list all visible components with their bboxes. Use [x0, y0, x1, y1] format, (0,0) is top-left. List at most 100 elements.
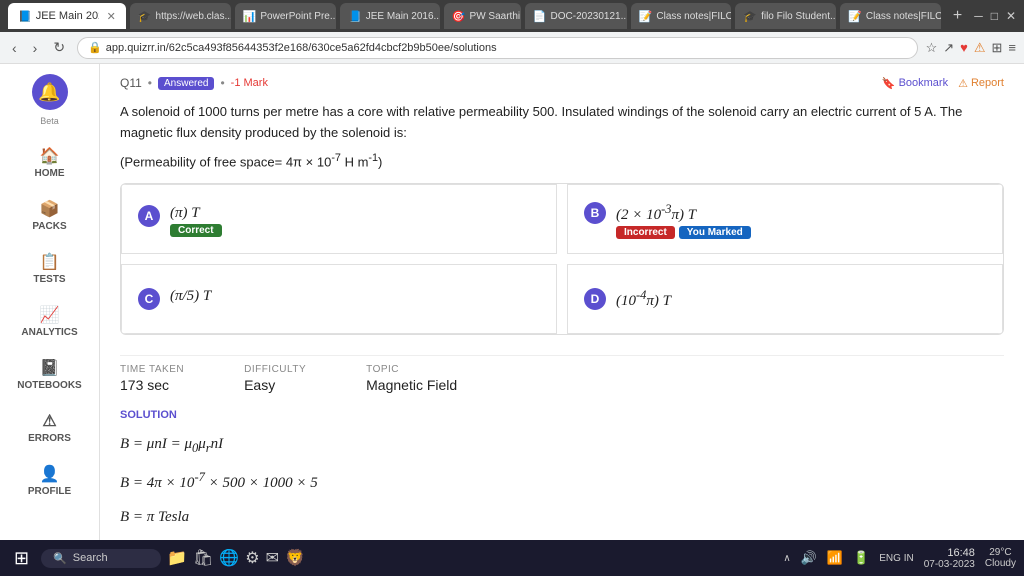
- tab-ppt[interactable]: 📊PowerPoint Pre...: [235, 3, 336, 29]
- tab-pw[interactable]: 🎯PW Saarthi: [444, 3, 521, 29]
- tab-jee2016[interactable]: 📘JEE Main 2016...: [340, 3, 440, 29]
- sidebar-home-label: HOME: [35, 168, 65, 179]
- battery-icon[interactable]: 🔋: [853, 550, 869, 566]
- option-c[interactable]: C (π/5) T: [121, 264, 557, 334]
- solution-label: SOLUTION: [120, 409, 1004, 421]
- main-content: Q11 • Answered • -1 Mark 🔖 Bookmark ⚠ Re…: [100, 64, 1024, 540]
- taskbar-icon-explorer[interactable]: 📁: [167, 548, 187, 568]
- start-button[interactable]: ⊞: [8, 546, 35, 571]
- sidebar-errors-label: ERRORS: [28, 433, 71, 444]
- option-b[interactable]: B (2 × 10-3π) T Incorrect You Marked: [567, 184, 1003, 254]
- time-taken-label: TIME TAKEN: [120, 364, 184, 375]
- report-label: Report: [971, 77, 1004, 89]
- report-icon: ⚠: [958, 77, 968, 90]
- grid-icon[interactable]: ⊞: [992, 40, 1003, 56]
- beta-label: Beta: [40, 116, 59, 126]
- time-display: 16:48: [924, 547, 975, 559]
- sidebar-analytics-label: ANALYTICS: [21, 327, 77, 338]
- minimize-icon[interactable]: ─: [974, 9, 983, 23]
- taskbar-icon-edge[interactable]: 🌐: [219, 548, 239, 568]
- back-button[interactable]: ‹: [8, 38, 21, 58]
- bookmark-button[interactable]: 🔖 Bookmark: [882, 77, 948, 90]
- taskbar-icon-mail[interactable]: ✉: [266, 548, 279, 568]
- question-text: A solenoid of 1000 turns per metre has a…: [120, 102, 1004, 144]
- answered-badge: Answered: [158, 77, 214, 90]
- logo-icon: 🔔: [38, 82, 60, 103]
- time-taken-stat: TIME TAKEN 173 sec: [120, 364, 184, 393]
- url-input[interactable]: 🔒 app.quizrr.in/62c5ca493f85644353f2e168…: [77, 37, 917, 59]
- close-icon[interactable]: ✕: [1006, 9, 1016, 23]
- maximize-icon[interactable]: □: [991, 9, 998, 23]
- option-d[interactable]: D (10-4π) T: [567, 264, 1003, 334]
- window-controls: ─ □ ✕: [974, 9, 1016, 23]
- report-button[interactable]: ⚠ Report: [958, 77, 1004, 90]
- solution-body: B = μnI = μ0μrnI B = 4π × 10-7 × 500 × 1…: [120, 429, 1004, 532]
- option-a[interactable]: A (π) T Correct: [121, 184, 557, 254]
- refresh-button[interactable]: ↻: [49, 37, 69, 58]
- tab-classp[interactable]: 🎓https://web.clas...: [130, 3, 231, 29]
- warning-icon: ⚠: [974, 40, 986, 56]
- heart-icon: ♥: [960, 40, 968, 56]
- share-icon[interactable]: ↗: [943, 40, 954, 56]
- wifi-icon[interactable]: 📶: [827, 550, 843, 566]
- bookmark-label: Bookmark: [899, 77, 949, 89]
- taskbar-system-tray: ∧ 🔊 📶 🔋 ENG IN 16:48 07-03-2023 29°CClou…: [783, 547, 1016, 570]
- sidebar-profile-label: PROFILE: [28, 486, 71, 497]
- taskbar-icon-store[interactable]: 🛍: [193, 548, 213, 568]
- notebooks-icon: 📓: [40, 358, 60, 378]
- taskbar-icon-settings[interactable]: ⚙: [245, 548, 259, 568]
- sidebar-item-home[interactable]: 🏠 HOME: [5, 138, 95, 187]
- active-tab[interactable]: 📘 JEE Main 2021 ✕: [8, 3, 126, 29]
- sidebar-item-packs[interactable]: 📦 PACKS: [5, 191, 95, 240]
- tab-filo1[interactable]: 📝Class notes|FILO: [631, 3, 732, 29]
- topic-label: TOPIC: [366, 364, 457, 375]
- address-bar: ‹ › ↻ 🔒 app.quizrr.in/62c5ca493f85644353…: [0, 32, 1024, 64]
- weather-display: 29°CCloudy: [985, 547, 1016, 569]
- sidebar-item-profile[interactable]: 👤 PROFILE: [5, 456, 95, 505]
- main-layout: 🔔 Beta 🏠 HOME 📦 PACKS 📋 TESTS 📈 ANALYTIC…: [0, 64, 1024, 540]
- forward-button[interactable]: ›: [29, 38, 42, 58]
- option-a-badges: Correct: [170, 224, 222, 237]
- difficulty-stat: DIFFICULTY Easy: [244, 364, 306, 393]
- language-code: ENG IN: [879, 553, 913, 564]
- sidebar-tests-label: TESTS: [33, 274, 65, 285]
- taskbar-icon-brave[interactable]: 🦁: [285, 548, 305, 568]
- tab-filo2[interactable]: 📝Class notes|FILO: [840, 3, 941, 29]
- question-meta: Q11 • Answered • -1 Mark: [120, 76, 268, 90]
- sidebar-packs-label: PACKS: [32, 221, 66, 232]
- youmarked-badge: You Marked: [679, 226, 751, 239]
- option-a-label: A: [138, 205, 160, 227]
- tab-doc[interactable]: 📄DOC-20230121...: [525, 3, 627, 29]
- option-a-text: (π) T: [170, 205, 222, 222]
- chevron-icon[interactable]: ∧: [783, 553, 790, 564]
- topic-stat: TOPIC Magnetic Field: [366, 364, 457, 393]
- question-number: Q11: [120, 76, 142, 90]
- sidebar-item-analytics[interactable]: 📈 ANALYTICS: [5, 297, 95, 346]
- tab-filoworld[interactable]: 🎓filo Filo Student...: [735, 3, 836, 29]
- taskbar: ⊞ 🔍 Search 📁 🛍 🌐 ⚙ ✉ 🦁 ∧ 🔊 📶 🔋 ENG IN 16…: [0, 540, 1024, 576]
- mark-badge: -1 Mark: [231, 77, 268, 89]
- sidebar-item-errors[interactable]: ⚠ ERRORS: [5, 403, 95, 452]
- incorrect-badge: Incorrect: [616, 226, 675, 239]
- search-icon: 🔍: [53, 552, 67, 565]
- sidebar-item-notebooks[interactable]: 📓 NOTEBOOKS: [5, 350, 95, 399]
- correct-badge: Correct: [170, 224, 222, 237]
- solution-line-3: B = π Tesla: [120, 502, 1004, 532]
- url-text: app.quizrr.in/62c5ca493f85644353f2e168/6…: [106, 42, 497, 54]
- taskbar-search-box[interactable]: 🔍 Search: [41, 549, 161, 568]
- browser-tabs-bar: 📘 JEE Main 2021 ✕ 🎓https://web.clas... 📊…: [0, 0, 1024, 32]
- new-tab-button[interactable]: +: [945, 7, 970, 25]
- time-taken-value: 173 sec: [120, 377, 184, 393]
- url-lock-icon: 🔒: [88, 41, 102, 54]
- tab-close-icon[interactable]: ✕: [107, 10, 116, 23]
- sidebar: 🔔 Beta 🏠 HOME 📦 PACKS 📋 TESTS 📈 ANALYTIC…: [0, 64, 100, 540]
- clock: 16:48 07-03-2023: [924, 547, 975, 570]
- date-display: 07-03-2023: [924, 559, 975, 570]
- speaker-icon[interactable]: 🔊: [801, 550, 817, 566]
- home-icon: 🏠: [40, 146, 60, 166]
- sidebar-item-tests[interactable]: 📋 TESTS: [5, 244, 95, 293]
- option-b-label: B: [584, 202, 606, 224]
- bookmark-star-icon[interactable]: ☆: [926, 40, 938, 56]
- menu-icon[interactable]: ≡: [1008, 40, 1016, 56]
- question-header: Q11 • Answered • -1 Mark 🔖 Bookmark ⚠ Re…: [120, 76, 1004, 90]
